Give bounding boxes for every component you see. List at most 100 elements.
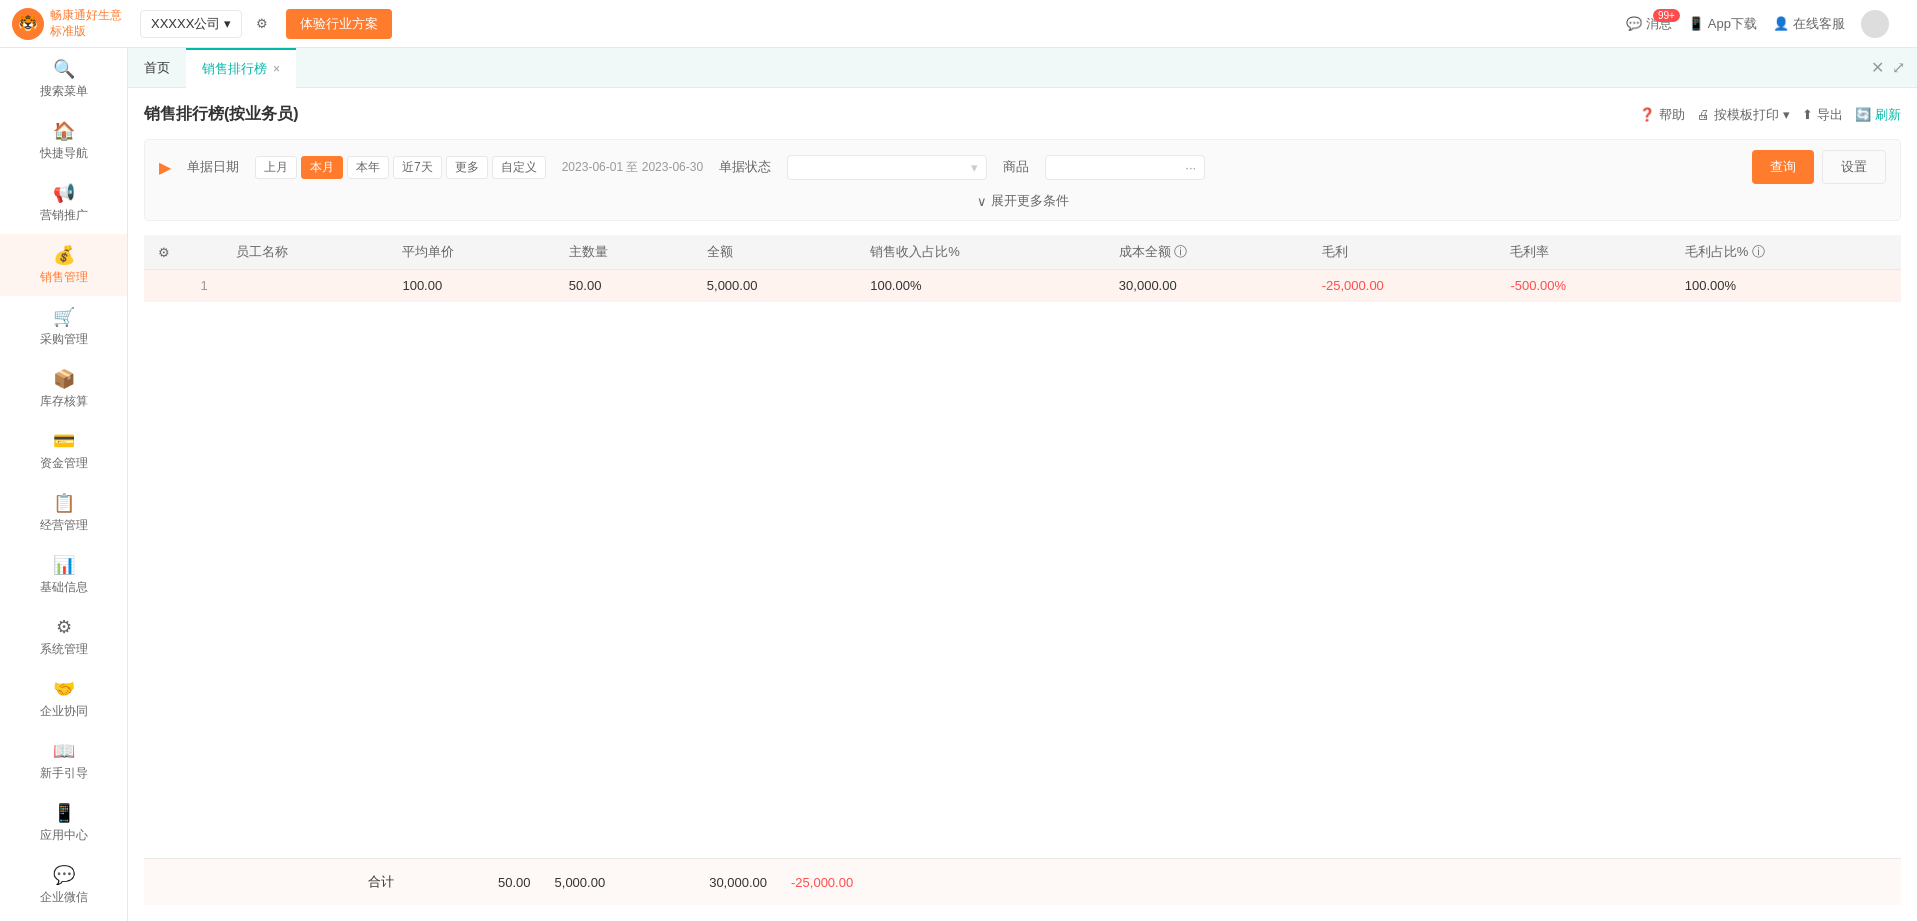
industry-button[interactable]: 体验行业方案 — [286, 9, 392, 39]
sidebar-item-label: 资金管理 — [40, 455, 88, 472]
avatar[interactable] — [1861, 10, 1889, 38]
online-service-button[interactable]: 👤 在线客服 — [1773, 15, 1845, 33]
sidebar-item-sales[interactable]: 💰 销售管理 — [0, 234, 127, 296]
content-area: 首页 销售排行榜 × ✕ ⤢ 销售排行榜(按业务员) — [128, 48, 1917, 921]
sidebar-item-purchase[interactable]: 🛒 采购管理 — [0, 296, 127, 358]
filter-area: ▶ 单据日期 上月 本月 本年 近7天 更多 自定义 2023-06-01 至 … — [144, 139, 1901, 221]
company-name: XXXXX公司 — [151, 15, 220, 33]
sidebar-item-label: 销售管理 — [40, 269, 88, 286]
apps-icon: 📱 — [53, 802, 75, 824]
footer-spacer — [406, 876, 486, 888]
expand-more-btn[interactable]: ∨ 展开更多条件 — [977, 192, 1069, 210]
date-prev-month-btn[interactable]: 上月 — [255, 156, 297, 179]
collab-icon: 🤝 — [53, 678, 75, 700]
col-rank — [184, 235, 224, 270]
sidebar-item-label: 系统管理 — [40, 641, 88, 658]
logo-area: 🐯 畅康通好生意 标准版 — [12, 8, 132, 40]
help-icon: ❓ — [1639, 107, 1655, 122]
goods-more-icon[interactable]: ··· — [1185, 160, 1196, 175]
footer-cost-amount: 30,000.00 — [697, 869, 779, 896]
footer-spacer2 — [617, 876, 697, 888]
col-settings[interactable]: ⚙ — [144, 235, 184, 270]
col-name: 员工名称 — [224, 235, 390, 270]
sidebar-item-label: 快捷导航 — [40, 145, 88, 162]
row-main-qty: 50.00 — [557, 270, 695, 302]
sidebar-item-search[interactable]: 🔍 搜索菜单 — [0, 48, 127, 110]
tab-close-icon[interactable]: × — [273, 62, 280, 76]
date-custom-btn[interactable]: 自定义 — [492, 156, 546, 179]
status-select-arrow: ▾ — [971, 160, 978, 175]
date-range-display: 2023-06-01 至 2023-06-30 — [562, 159, 703, 176]
app-download-button[interactable]: 📱 App下载 — [1688, 15, 1757, 33]
sidebar-item-quick-nav[interactable]: 🏠 快捷导航 — [0, 110, 127, 172]
maximize-window-button[interactable]: ⤢ — [1892, 58, 1905, 77]
management-icon: 📋 — [53, 492, 75, 514]
basics-icon: 📊 — [53, 554, 75, 576]
status-select[interactable]: ▾ — [787, 155, 987, 180]
footer-total-label: 合计 — [356, 867, 406, 897]
sidebar: 🔍 搜索菜单 🏠 快捷导航 📢 营销推广 💰 销售管理 🛒 采购管理 📦 — [0, 48, 128, 921]
expand-more-row: ∨ 展开更多条件 — [159, 192, 1886, 210]
date-year-btn[interactable]: 本年 — [347, 156, 389, 179]
sidebar-item-label: 企业微信 — [40, 889, 88, 906]
print-button[interactable]: 🖨 按模板打印 ▾ — [1697, 106, 1790, 124]
row-sales-pct: 100.00% — [858, 270, 1107, 302]
sidebar-item-label: 库存核算 — [40, 393, 88, 410]
row-settings — [144, 270, 184, 302]
row-gross-rate: -500.00% — [1498, 270, 1672, 302]
footer-main-qty: 50.00 — [486, 869, 543, 896]
tab-controls: ✕ ⤢ — [1871, 58, 1917, 77]
row-rank: 1 — [184, 270, 224, 302]
sidebar-item-label: 采购管理 — [40, 331, 88, 348]
sidebar-item-basics[interactable]: 📊 基础信息 — [0, 544, 127, 606]
sidebar-item-management[interactable]: 📋 经营管理 — [0, 482, 127, 544]
guide-icon: 📖 — [53, 740, 75, 762]
help-button[interactable]: ❓ 帮助 — [1639, 106, 1685, 124]
sidebar-item-finance[interactable]: 💳 资金管理 — [0, 420, 127, 482]
sidebar-item-vip[interactable]: V 畅会员 — [0, 916, 127, 921]
sidebar-item-marketing[interactable]: 📢 营销推广 — [0, 172, 127, 234]
table-row: 1 100.00 50.00 5,000.00 100.00% 30,000.0… — [144, 270, 1901, 302]
sidebar-item-collab[interactable]: 🤝 企业协同 — [0, 668, 127, 730]
refresh-icon: 🔄 — [1855, 107, 1871, 122]
print-icon: 🖨 — [1697, 107, 1710, 122]
refresh-button[interactable]: 🔄 刷新 — [1855, 106, 1901, 124]
tab-home[interactable]: 首页 — [128, 48, 186, 88]
filter-expand-arrow[interactable]: ▶ — [159, 158, 171, 177]
sidebar-item-label: 搜索菜单 — [40, 83, 88, 100]
date-buttons: 上月 本月 本年 近7天 更多 自定义 — [255, 156, 546, 179]
message-badge: 99+ — [1653, 9, 1680, 22]
export-button[interactable]: ⬆ 导出 — [1802, 106, 1843, 124]
setting-button[interactable]: 设置 — [1822, 150, 1886, 184]
settings-icon[interactable]: ⚙ — [248, 10, 276, 38]
table-header: ⚙ 员工名称 平均单价 主数量 全额 销售收入占比% 成本全额 ⓘ 毛利 毛利率 — [144, 235, 1901, 270]
wechat-icon: 💬 — [53, 864, 75, 886]
tab-bar: 首页 销售排行榜 × ✕ ⤢ — [128, 48, 1917, 88]
inventory-icon: 📦 — [53, 368, 75, 390]
message-button[interactable]: 💬 消息 99+ — [1626, 15, 1672, 33]
sidebar-item-inventory[interactable]: 📦 库存核算 — [0, 358, 127, 420]
date-more-btn[interactable]: 更多 — [446, 156, 488, 179]
export-icon: ⬆ — [1802, 107, 1813, 122]
row-name — [224, 270, 390, 302]
table-footer: 合计 50.00 5,000.00 30,000.00 -25,000.00 — [144, 858, 1901, 905]
col-gross-rate: 毛利率 — [1498, 235, 1672, 270]
logo-icon: 🐯 — [12, 8, 44, 40]
sidebar-item-label: 营销推广 — [40, 207, 88, 224]
goods-select[interactable]: ··· — [1045, 155, 1205, 180]
company-selector[interactable]: XXXXX公司 ▾ — [140, 10, 242, 38]
sidebar-item-guide[interactable]: 📖 新手引导 — [0, 730, 127, 792]
col-amount: 全额 — [695, 235, 858, 270]
sidebar-item-system[interactable]: ⚙ 系统管理 — [0, 606, 127, 668]
table-container: ⚙ 员工名称 平均单价 主数量 全额 销售收入占比% 成本全额 ⓘ 毛利 毛利率 — [144, 235, 1901, 858]
sidebar-item-apps[interactable]: 📱 应用中心 — [0, 792, 127, 854]
row-amount: 5,000.00 — [695, 270, 858, 302]
sidebar-item-wechat[interactable]: 💬 企业微信 — [0, 854, 127, 916]
expand-down-icon: ∨ — [977, 194, 987, 209]
close-window-button[interactable]: ✕ — [1871, 58, 1884, 77]
date-cur-month-btn[interactable]: 本月 — [301, 156, 343, 179]
query-button[interactable]: 查询 — [1752, 150, 1814, 184]
tab-sales-ranking[interactable]: 销售排行榜 × — [186, 48, 296, 88]
chevron-down-icon: ▾ — [224, 16, 231, 31]
date-7d-btn[interactable]: 近7天 — [393, 156, 442, 179]
